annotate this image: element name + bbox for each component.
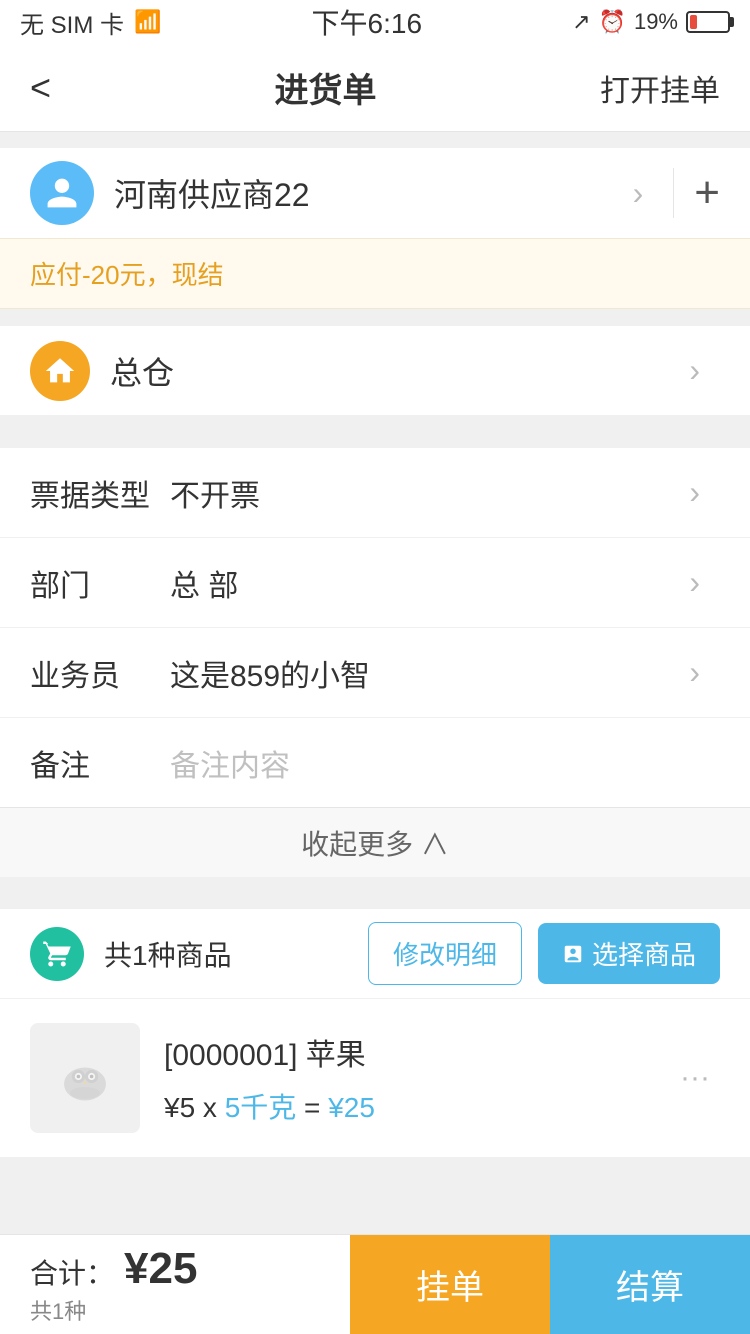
select-product-label: 选择商品 xyxy=(592,935,696,972)
total-amount-value: 25 xyxy=(149,1244,198,1293)
product-item: [0000001] 苹果 ¥5 x 5千克 = ¥25 ··· xyxy=(0,999,750,1158)
dept-row[interactable]: 部门 总 部 › xyxy=(0,537,750,627)
salesman-value: 这是859的小智 xyxy=(170,651,689,695)
product-thumbnail xyxy=(30,1023,140,1133)
warehouse-icon xyxy=(43,354,77,388)
supplier-name: 河南供应商22 xyxy=(114,170,633,216)
total-currency: ¥ xyxy=(124,1244,148,1293)
dept-value: 总 部 xyxy=(170,561,689,605)
invoice-chevron-icon: › xyxy=(689,474,700,511)
divider-top xyxy=(0,132,750,148)
separator xyxy=(673,168,674,218)
total-amount: ¥25 xyxy=(124,1244,197,1294)
products-header: 共1种商品 修改明细 选择商品 xyxy=(0,909,750,999)
total-label: 合计： xyxy=(30,1252,114,1292)
product-owl-icon xyxy=(55,1048,115,1108)
quantity-value: 5千克 xyxy=(225,1092,297,1123)
collapse-label: 收起更多 ∧ xyxy=(301,823,449,863)
form-section: 票据类型 不开票 › 部门 总 部 › 业务员 这是859的小智 › 备注 备注… xyxy=(0,447,750,877)
dept-chevron-icon: › xyxy=(689,564,700,601)
total-area: 合计： ¥25 共1种 xyxy=(0,1244,350,1326)
select-product-button[interactable]: 选择商品 xyxy=(538,923,720,984)
total-count: 共1种 xyxy=(30,1294,320,1326)
note-row[interactable]: 备注 备注内容 xyxy=(0,717,750,807)
select-product-icon xyxy=(562,943,584,965)
products-count-label: 共1种商品 xyxy=(104,934,368,974)
warehouse-chevron-icon: › xyxy=(689,352,700,389)
supplier-section: 河南供应商22 › + 应付-20元，现结 xyxy=(0,148,750,309)
salesman-chevron-icon: › xyxy=(689,654,700,691)
dept-label: 部门 xyxy=(30,561,170,605)
equals-sign: = xyxy=(296,1092,328,1123)
status-bar: 无 SIM 卡 📶 下午6:16 ↗ ⏰ 19% xyxy=(0,0,750,44)
product-info: [0000001] 苹果 ¥5 x 5千克 = ¥25 xyxy=(164,1030,670,1126)
battery-pct: 19% xyxy=(634,9,678,35)
divider-form xyxy=(0,431,750,447)
price-value: ¥5 x xyxy=(164,1092,225,1123)
salesman-row[interactable]: 业务员 这是859的小智 › xyxy=(0,627,750,717)
hang-button[interactable]: 挂单 xyxy=(350,1235,550,1334)
nav-bar: < 进货单 打开挂单 xyxy=(0,44,750,132)
product-price: ¥5 x 5千克 = ¥25 xyxy=(164,1086,670,1126)
divider-products xyxy=(0,893,750,909)
status-carrier-wifi: 无 SIM 卡 📶 xyxy=(20,5,161,40)
checkout-button[interactable]: 结算 xyxy=(550,1235,750,1334)
products-section: 共1种商品 修改明细 选择商品 [00000 xyxy=(0,909,750,1158)
invoice-row[interactable]: 票据类型 不开票 › xyxy=(0,447,750,537)
open-hang-button[interactable]: 打开挂单 xyxy=(600,66,720,110)
battery-icon xyxy=(686,11,730,33)
page-title: 进货单 xyxy=(275,63,377,112)
collapse-button[interactable]: 收起更多 ∧ xyxy=(0,807,750,877)
alarm-icon: ⏰ xyxy=(599,9,626,35)
wifi-icon: 📶 xyxy=(134,9,161,35)
total-line: 合计： ¥25 xyxy=(30,1244,320,1294)
invoice-label: 票据类型 xyxy=(30,471,170,515)
status-time: 下午6:16 xyxy=(312,2,423,42)
note-placeholder: 备注内容 xyxy=(170,741,720,785)
carrier-label: 无 SIM 卡 xyxy=(20,5,124,40)
notice-banner: 应付-20元，现结 xyxy=(0,238,750,309)
add-supplier-button[interactable]: + xyxy=(694,168,720,218)
invoice-value: 不开票 xyxy=(170,471,689,515)
notice-text: 应付-20元，现结 xyxy=(30,260,224,290)
location-icon: ↗ xyxy=(572,9,590,35)
battery-fill xyxy=(690,15,697,29)
status-right-icons: ↗ ⏰ 19% xyxy=(572,9,730,35)
supplier-chevron-icon: › xyxy=(633,175,644,212)
product-title: 苹果 xyxy=(306,1039,366,1072)
warehouse-icon-bg xyxy=(30,341,90,401)
warehouse-name: 总仓 xyxy=(110,348,689,394)
product-name: [0000001] 苹果 xyxy=(164,1030,670,1074)
bottom-bar: 合计： ¥25 共1种 挂单 结算 xyxy=(0,1234,750,1334)
edit-detail-button[interactable]: 修改明细 xyxy=(368,922,522,985)
supplier-row[interactable]: 河南供应商22 › + xyxy=(0,148,750,238)
product-more-button[interactable]: ··· xyxy=(670,1051,720,1105)
warehouse-row[interactable]: 总仓 › xyxy=(0,325,750,415)
person-icon xyxy=(44,175,80,211)
products-icon-bg xyxy=(30,927,84,981)
warehouse-section: 总仓 › xyxy=(0,325,750,415)
note-label: 备注 xyxy=(30,741,170,785)
product-id: [0000001] xyxy=(164,1039,306,1072)
shopping-icon xyxy=(42,939,72,969)
total-value: ¥25 xyxy=(328,1092,375,1123)
salesman-label: 业务员 xyxy=(30,651,170,695)
back-button[interactable]: < xyxy=(30,67,51,109)
avatar xyxy=(30,161,94,225)
